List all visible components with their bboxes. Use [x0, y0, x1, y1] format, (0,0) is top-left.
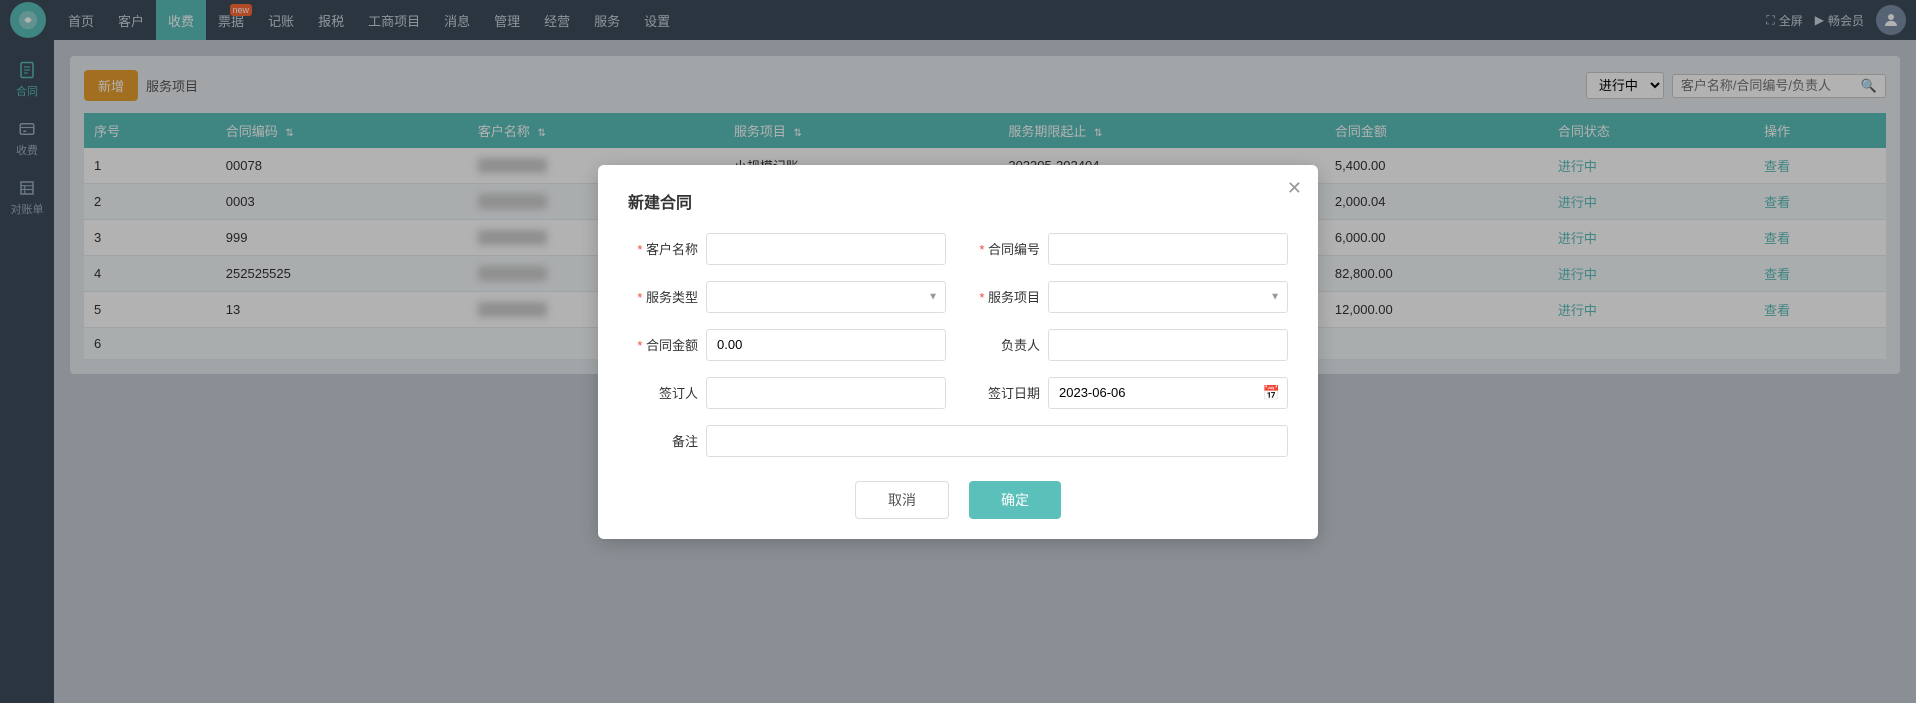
- sign-date-input[interactable]: [1048, 377, 1288, 409]
- service-item-label: 服务项目: [970, 287, 1040, 306]
- confirm-button[interactable]: 确定: [969, 481, 1061, 519]
- amount-field-row: 合同金额: [628, 329, 946, 361]
- owner-input[interactable]: [1048, 329, 1288, 361]
- amount-input[interactable]: [706, 329, 946, 361]
- customer-input[interactable]: [706, 233, 946, 265]
- service-item-select[interactable]: [1048, 281, 1288, 313]
- remark-input[interactable]: [706, 425, 1288, 457]
- contract-no-label: 合同编号: [970, 239, 1040, 258]
- sign-date-wrap: 📅: [1048, 377, 1288, 409]
- modal-overlay: 新建合同 ✕ 客户名称 合同编号 服务类型 服务项目: [0, 0, 1916, 703]
- signer-field-row: 签订人: [628, 377, 946, 409]
- service-type-field-row: 服务类型: [628, 281, 946, 313]
- service-item-field-row: 服务项目: [970, 281, 1288, 313]
- service-type-select-wrap: [706, 281, 946, 313]
- calendar-icon[interactable]: 📅: [1263, 384, 1280, 401]
- customer-field-row: 客户名称: [628, 233, 946, 265]
- service-type-select[interactable]: [706, 281, 946, 313]
- contract-no-input[interactable]: [1048, 233, 1288, 265]
- remark-field-row: 备注: [628, 425, 1288, 457]
- sign-date-label: 签订日期: [970, 383, 1040, 402]
- remark-label: 备注: [628, 431, 698, 450]
- sign-date-field-row: 签订日期 📅: [970, 377, 1288, 409]
- signer-label: 签订人: [628, 383, 698, 402]
- signer-input[interactable]: [706, 377, 946, 409]
- service-type-label: 服务类型: [628, 287, 698, 306]
- service-item-select-wrap: [1048, 281, 1288, 313]
- modal-close-button[interactable]: ✕: [1287, 179, 1302, 197]
- amount-label: 合同金额: [628, 335, 698, 354]
- owner-label: 负责人: [970, 335, 1040, 354]
- modal-title: 新建合同: [628, 189, 1288, 213]
- customer-label: 客户名称: [628, 239, 698, 258]
- modal-footer: 取消 确定: [628, 481, 1288, 519]
- owner-field-row: 负责人: [970, 329, 1288, 361]
- contract-no-field-row: 合同编号: [970, 233, 1288, 265]
- cancel-button[interactable]: 取消: [855, 481, 949, 519]
- new-contract-modal: 新建合同 ✕ 客户名称 合同编号 服务类型 服务项目: [598, 165, 1318, 539]
- form-grid: 客户名称 合同编号 服务类型 服务项目: [628, 233, 1288, 457]
